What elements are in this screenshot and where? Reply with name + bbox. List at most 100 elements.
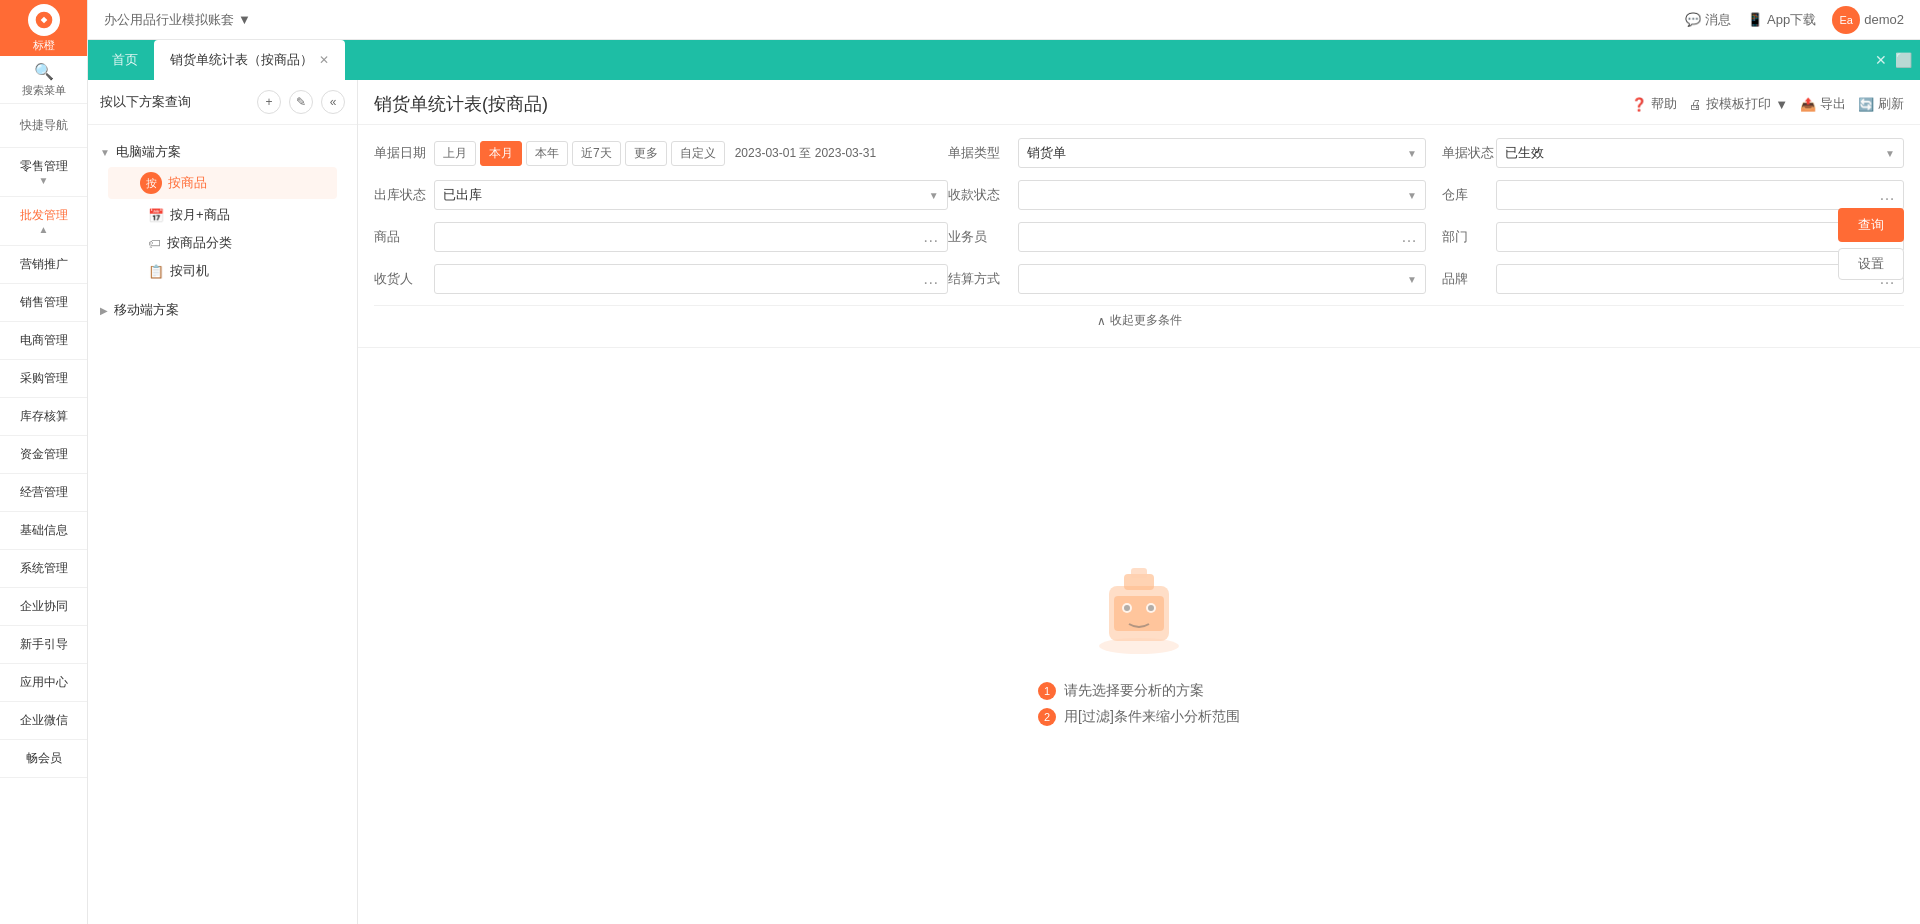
print-btn[interactable]: 🖨 按模板打印 ▼ <box>1689 95 1788 113</box>
sidebar-item-sales[interactable]: 销售管理 <box>0 284 88 322</box>
receipt-status-label: 收款状态 <box>948 186 1018 204</box>
finance-label: 资金管理 <box>20 446 68 463</box>
tree-item-by-driver[interactable]: 📋 按司机 <box>100 257 345 285</box>
left-panel-tools: + ✎ « <box>257 90 345 114</box>
edit-scheme-btn[interactable]: ✎ <box>289 90 313 114</box>
tree-item-by-product[interactable]: 按 按商品 <box>108 167 337 199</box>
sidebar-item-inventory[interactable]: 库存核算 <box>0 398 88 436</box>
search-menu-item[interactable]: 🔍 搜索菜单 <box>0 56 88 104</box>
month-product-icon: 📅 <box>148 208 164 223</box>
salesperson-input[interactable]: … <box>1018 222 1426 252</box>
sidebar-item-marketing[interactable]: 营销推广 <box>0 246 88 284</box>
sidebar-item-finance[interactable]: 资金管理 <box>0 436 88 474</box>
doc-type-select[interactable]: 销货单 ▼ <box>1018 138 1426 168</box>
sidebar-item-wechat[interactable]: 企业微信 <box>0 702 88 740</box>
left-panel-header: 按以下方案查询 + ✎ « <box>88 80 357 125</box>
sidebar-item-basic[interactable]: 基础信息 <box>0 512 88 550</box>
quick-nav-item[interactable]: 快捷导航 <box>0 104 88 148</box>
tree-item-by-month-product[interactable]: 📅 按月+商品 <box>100 201 345 229</box>
sidebar-item-purchase[interactable]: 采购管理 <box>0 360 88 398</box>
logo-text: 标橙 <box>33 38 55 53</box>
sidebar-item-enterprise[interactable]: 企业协同 <box>0 588 88 626</box>
add-scheme-btn[interactable]: + <box>257 90 281 114</box>
search-icon: 🔍 <box>34 62 54 81</box>
receiver-input[interactable]: … <box>434 264 948 294</box>
left-panel: 按以下方案查询 + ✎ « ▼ 电脑端方案 按 按商品 <box>88 80 358 924</box>
doc-status-arrow-icon: ▼ <box>1885 148 1895 159</box>
sidebar-item-guide[interactable]: 新手引导 <box>0 626 88 664</box>
collapse-arrow-icon: ∧ <box>1097 314 1106 328</box>
date-label: 单据日期 <box>374 144 434 162</box>
mobile-section: ▶ 移动端方案 <box>88 291 357 329</box>
help-btn[interactable]: ❓ 帮助 <box>1631 95 1677 113</box>
last-7days-btn[interactable]: 近7天 <box>572 141 621 166</box>
message-btn[interactable]: 💬 消息 <box>1685 11 1731 29</box>
refresh-btn[interactable]: 🔄 刷新 <box>1858 95 1904 113</box>
logo-icon <box>28 4 60 36</box>
export-btn[interactable]: 📤 导出 <box>1800 95 1846 113</box>
tab-close-window-icon[interactable]: ✕ <box>1875 52 1887 68</box>
payment-label: 结算方式 <box>948 270 1018 288</box>
pc-group: ▼ 电脑端方案 按 按商品 📅 按月+商品 🏷 按商品分类 <box>88 133 357 291</box>
out-status-select[interactable]: 已出库 ▼ <box>434 180 948 210</box>
product-input[interactable]: … <box>434 222 948 252</box>
sidebar: 标橙 🔍 搜索菜单 快捷导航 零售管理 ▼ 批发管理 ▲ 营销推广 销售管理 电… <box>0 0 88 924</box>
doc-status-select[interactable]: 已生效 ▼ <box>1496 138 1904 168</box>
setting-button[interactable]: 设置 <box>1838 248 1904 280</box>
payment-select[interactable]: ▼ <box>1018 264 1426 294</box>
tab-sales-stats-label: 销货单统计表（按商品） <box>170 51 313 69</box>
sidebar-item-apps[interactable]: 应用中心 <box>0 664 88 702</box>
this-year-btn[interactable]: 本年 <box>526 141 568 166</box>
tab-home[interactable]: 首页 <box>96 40 154 80</box>
sidebar-item-member[interactable]: 畅会员 <box>0 740 88 778</box>
enterprise-label: 企业协同 <box>20 598 68 615</box>
doc-status-filter: 单据状态 已生效 ▼ <box>1426 137 1904 169</box>
empty-tip-2: 2 用[过滤]条件来缩小分析范围 <box>1038 708 1240 726</box>
collapse-bar[interactable]: ∧ 收起更多条件 <box>374 305 1904 335</box>
sidebar-item-wholesale[interactable]: 批发管理 ▲ <box>0 197 88 246</box>
topbar-left: 办公用品行业模拟账套 ▼ <box>104 11 251 29</box>
purchase-label: 采购管理 <box>20 370 68 387</box>
sidebar-item-operations[interactable]: 经营管理 <box>0 474 88 512</box>
payment-arrow-icon: ▼ <box>1407 274 1417 285</box>
collapse-panel-btn[interactable]: « <box>321 90 345 114</box>
tab-close-icon[interactable]: ✕ <box>319 53 329 67</box>
more-date-btn[interactable]: 更多 <box>625 141 667 166</box>
custom-date-btn[interactable]: 自定义 <box>671 141 725 166</box>
query-button[interactable]: 查询 <box>1838 208 1904 242</box>
pc-group-header[interactable]: ▼ 电脑端方案 <box>100 139 345 165</box>
inventory-label: 库存核算 <box>20 408 68 425</box>
tree-item-by-category[interactable]: 🏷 按商品分类 <box>100 229 345 257</box>
warehouse-input[interactable]: … <box>1496 180 1904 210</box>
mobile-group-header[interactable]: ▶ 移动端方案 <box>100 297 345 323</box>
receipt-status-filter: 收款状态 ▼ <box>948 179 1426 211</box>
out-status-value: 已出库 <box>443 186 482 204</box>
out-status-arrow-icon: ▼ <box>929 190 939 201</box>
industry-name: 办公用品行业模拟账套 <box>104 11 234 29</box>
mobile-arrow-icon: ▶ <box>100 305 108 316</box>
sidebar-item-retail[interactable]: 零售管理 ▼ <box>0 148 88 197</box>
date-range: 2023-03-01 至 2023-03-31 <box>735 145 876 162</box>
right-panel-header: 销货单统计表(按商品) ❓ 帮助 🖨 按模板打印 ▼ 📤 导出 <box>358 80 1920 125</box>
industry-selector[interactable]: 办公用品行业模拟账套 ▼ <box>104 11 251 29</box>
svg-rect-3 <box>1114 596 1164 631</box>
print-icon: 🖨 <box>1689 97 1702 112</box>
empty-state: 1 请先选择要分析的方案 2 用[过滤]条件来缩小分析范围 <box>358 348 1920 924</box>
user-menu[interactable]: Ea demo2 <box>1832 6 1904 34</box>
tab-sales-stats[interactable]: 销货单统计表（按商品） ✕ <box>154 40 345 80</box>
category-icon: 🏷 <box>148 236 161 251</box>
doc-type-label: 单据类型 <box>948 144 1018 162</box>
receiver-filter: 收货人 … <box>374 263 948 295</box>
this-month-btn[interactable]: 本月 <box>480 141 522 166</box>
tab-maximize-icon[interactable]: ⬜ <box>1895 52 1912 68</box>
app-download-btn[interactable]: 📱 App下载 <box>1747 11 1816 29</box>
sidebar-item-system[interactable]: 系统管理 <box>0 550 88 588</box>
pc-group-arrow-icon: ▼ <box>100 147 110 158</box>
receipt-status-select[interactable]: ▼ <box>1018 180 1426 210</box>
last-month-btn[interactable]: 上月 <box>434 141 476 166</box>
product-dots-icon: … <box>923 228 939 246</box>
mobile-label: 移动端方案 <box>114 301 179 319</box>
sidebar-logo[interactable]: 标橙 <box>0 0 88 56</box>
sidebar-item-ecommerce[interactable]: 电商管理 <box>0 322 88 360</box>
payment-filter: 结算方式 ▼ <box>948 263 1426 295</box>
